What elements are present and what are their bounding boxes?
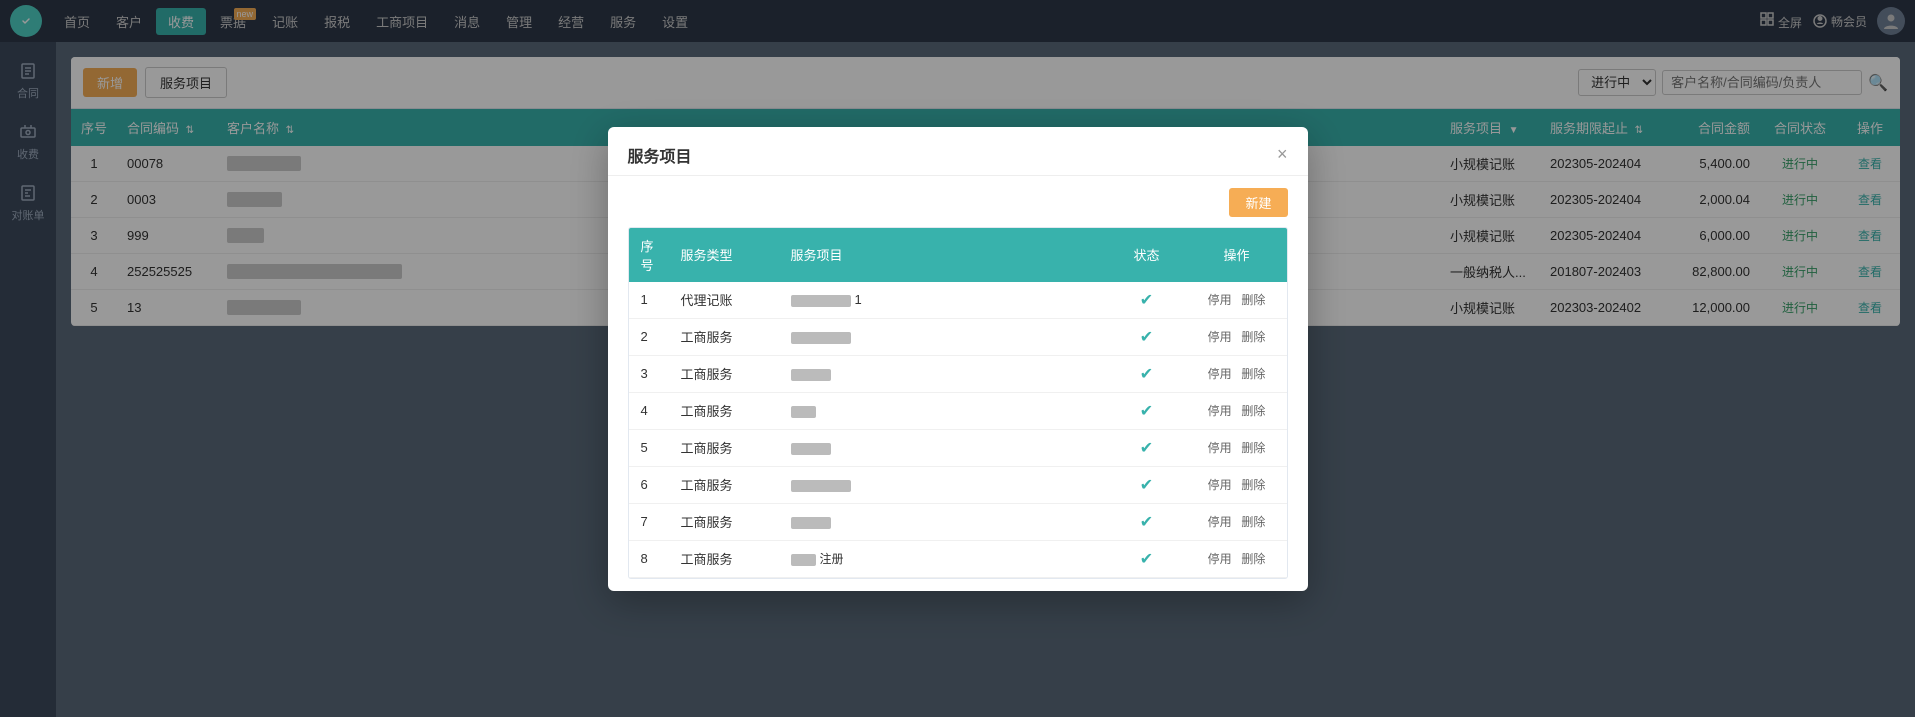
modal-cell-action: 停用 删除 (1187, 318, 1287, 355)
modal-cell-item (779, 429, 1107, 466)
modal-cell-status: ✔ (1107, 282, 1187, 319)
modal-col-item: 服务项目 (779, 228, 1107, 282)
modal-cell-seq: 3 (629, 355, 669, 392)
del-action[interactable]: 删除 (1241, 293, 1265, 307)
modal-overlay: 服务项目 × 新建 序号 服务类型 服务项目 状态 (0, 0, 1915, 717)
new-service-button[interactable]: 新建 (1229, 188, 1287, 217)
modal-cell-action: 停用 删除 (1187, 355, 1287, 392)
modal-close-button[interactable]: × (1277, 144, 1288, 165)
modal-cell-item (779, 355, 1107, 392)
stop-action[interactable]: 停用 (1208, 293, 1232, 307)
modal-cell-status: ✔ (1107, 540, 1187, 577)
modal-cell-seq: 6 (629, 466, 669, 503)
modal-table-row: 3 工商服务 ✔ 停用 删除 (629, 355, 1287, 392)
stop-action[interactable]: 停用 (1208, 441, 1232, 455)
modal-table-row: 2 工商服务 ✔ 停用 删除 (629, 318, 1287, 355)
modal-col-status: 状态 (1107, 228, 1187, 282)
del-action[interactable]: 删除 (1241, 552, 1265, 566)
modal-cell-seq: 4 (629, 392, 669, 429)
modal-cell-action: 停用 删除 (1187, 282, 1287, 319)
modal-cell-type: 工商服务 (669, 503, 779, 540)
modal-cell-item (779, 503, 1107, 540)
modal-cell-type: 工商服务 (669, 392, 779, 429)
del-action[interactable]: 删除 (1241, 367, 1265, 381)
modal-col-type: 服务类型 (669, 228, 779, 282)
main-content: 新增 服务项目 进行中 已完成 已终止 🔍 序号 合同编码 ⇅ (56, 42, 1915, 717)
del-action[interactable]: 删除 (1241, 404, 1265, 418)
stop-action[interactable]: 停用 (1208, 478, 1232, 492)
service-modal: 服务项目 × 新建 序号 服务类型 服务项目 状态 (608, 127, 1308, 591)
modal-cell-seq: 2 (629, 318, 669, 355)
stop-action[interactable]: 停用 (1208, 404, 1232, 418)
modal-cell-status: ✔ (1107, 355, 1187, 392)
stop-action[interactable]: 停用 (1208, 330, 1232, 344)
modal-cell-seq: 1 (629, 282, 669, 319)
modal-body: 新建 序号 服务类型 服务项目 状态 操作 (608, 176, 1308, 591)
modal-cell-status: ✔ (1107, 466, 1187, 503)
modal-table-wrap[interactable]: 序号 服务类型 服务项目 状态 操作 1 代理记账 1 (628, 227, 1288, 579)
modal-cell-status: ✔ (1107, 503, 1187, 540)
modal-cell-action: 停用 删除 (1187, 540, 1287, 577)
modal-cell-item: 注册 (779, 540, 1107, 577)
modal-table-row: 6 工商服务 ✔ 停用 删除 (629, 466, 1287, 503)
modal-cell-action: 停用 删除 (1187, 503, 1287, 540)
modal-header: 服务项目 × (608, 127, 1308, 176)
modal-cell-item (779, 392, 1107, 429)
stop-action[interactable]: 停用 (1208, 515, 1232, 529)
del-action[interactable]: 删除 (1241, 515, 1265, 529)
modal-cell-status: ✔ (1107, 318, 1187, 355)
del-action[interactable]: 删除 (1241, 478, 1265, 492)
modal-cell-seq: 7 (629, 503, 669, 540)
modal-table-row: 7 工商服务 ✔ 停用 删除 (629, 503, 1287, 540)
stop-action[interactable]: 停用 (1208, 367, 1232, 381)
modal-cell-type: 工商服务 (669, 466, 779, 503)
modal-cell-type: 工商服务 (669, 429, 779, 466)
del-action[interactable]: 删除 (1241, 441, 1265, 455)
modal-cell-item (779, 318, 1107, 355)
modal-cell-type: 工商服务 (669, 318, 779, 355)
modal-cell-item (779, 466, 1107, 503)
modal-cell-action: 停用 删除 (1187, 392, 1287, 429)
stop-action[interactable]: 停用 (1208, 552, 1232, 566)
modal-table-row: 1 代理记账 1 ✔ 停用 删除 (629, 282, 1287, 319)
del-action[interactable]: 删除 (1241, 330, 1265, 344)
modal-title: 服务项目 (628, 143, 692, 167)
modal-cell-action: 停用 删除 (1187, 466, 1287, 503)
modal-cell-status: ✔ (1107, 392, 1187, 429)
modal-cell-action: 停用 删除 (1187, 429, 1287, 466)
modal-cell-seq: 5 (629, 429, 669, 466)
modal-col-seq: 序号 (629, 228, 669, 282)
modal-cell-seq: 8 (629, 540, 669, 577)
modal-cell-type: 代理记账 (669, 282, 779, 319)
modal-cell-status: ✔ (1107, 429, 1187, 466)
modal-table-row: 4 工商服务 ✔ 停用 删除 (629, 392, 1287, 429)
modal-table-row: 8 工商服务 注册 ✔ 停用 删除 (629, 540, 1287, 577)
modal-table: 序号 服务类型 服务项目 状态 操作 1 代理记账 1 (629, 228, 1287, 578)
modal-cell-type: 工商服务 (669, 540, 779, 577)
modal-cell-type: 工商服务 (669, 355, 779, 392)
modal-col-action: 操作 (1187, 228, 1287, 282)
modal-toolbar: 新建 (628, 188, 1288, 217)
modal-table-row: 5 工商服务 ✔ 停用 删除 (629, 429, 1287, 466)
modal-cell-item: 1 (779, 282, 1107, 319)
